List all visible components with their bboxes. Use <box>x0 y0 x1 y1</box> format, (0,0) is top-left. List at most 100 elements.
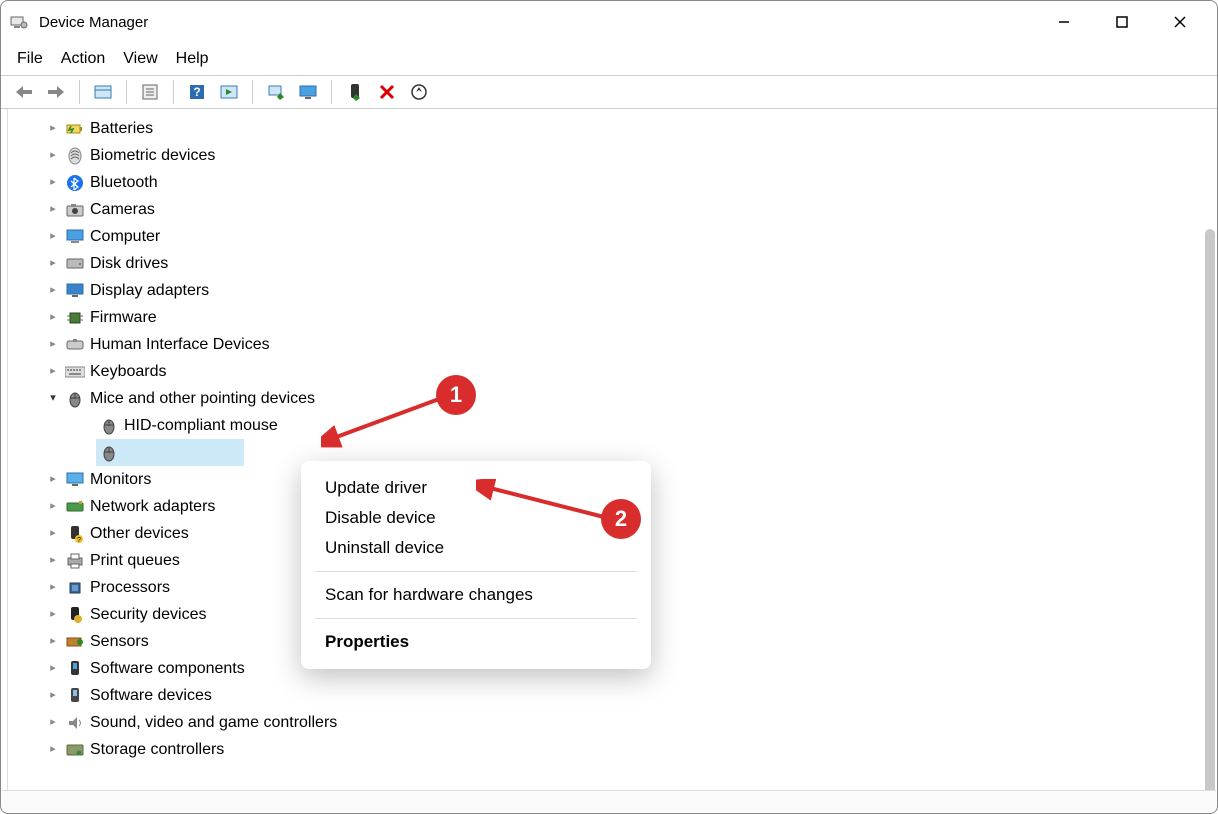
chevron-right-icon[interactable]: ▸ <box>44 358 62 385</box>
context-scan-hardware[interactable]: Scan for hardware changes <box>301 580 651 610</box>
tree-category-label: Biometric devices <box>90 142 215 169</box>
chevron-right-icon[interactable]: ▸ <box>44 736 62 763</box>
properties-icon[interactable] <box>137 79 163 105</box>
context-disable-device[interactable]: Disable device <box>301 503 651 533</box>
menu-action[interactable]: Action <box>61 50 105 68</box>
menubar: File Action View Help <box>1 43 1217 75</box>
chevron-right-icon[interactable]: ▸ <box>44 520 62 547</box>
chevron-right-icon[interactable]: ▸ <box>44 169 62 196</box>
titlebar: Device Manager <box>1 1 1217 43</box>
context-update-driver[interactable]: Update driver <box>301 473 651 503</box>
chevron-right-icon[interactable]: ▸ <box>44 628 62 655</box>
disable-device-icon[interactable] <box>374 79 400 105</box>
tree-category-label: Software devices <box>90 682 212 709</box>
tree-device[interactable]: HID-compliant mouse <box>8 412 1217 439</box>
chevron-right-icon[interactable]: ▸ <box>44 331 62 358</box>
tree-category-label: Cameras <box>90 196 155 223</box>
tree-category[interactable]: ▸Keyboards <box>8 358 1217 385</box>
chevron-right-icon[interactable]: ▸ <box>44 682 62 709</box>
chevron-right-icon[interactable]: ▸ <box>44 466 62 493</box>
minimize-button[interactable] <box>1035 1 1093 43</box>
battery-icon <box>64 118 86 140</box>
app-icon <box>9 12 29 32</box>
chevron-right-icon[interactable]: ▸ <box>44 493 62 520</box>
chevron-right-icon[interactable]: ▸ <box>44 601 62 628</box>
chevron-right-icon[interactable]: ▸ <box>44 223 62 250</box>
tree-category[interactable]: ▸Sound, video and game controllers <box>8 709 1217 736</box>
bluetooth-icon <box>64 172 86 194</box>
show-hidden-icon[interactable] <box>90 79 116 105</box>
tree-category[interactable]: ▸ Biometric devices <box>8 142 1217 169</box>
keyboard-icon <box>64 361 86 383</box>
uninstall-monitor-icon[interactable] <box>295 79 321 105</box>
menu-help[interactable]: Help <box>176 50 209 68</box>
chevron-right-icon[interactable]: ▸ <box>44 709 62 736</box>
toolbar: ? <box>1 75 1217 109</box>
tree-category-label: Batteries <box>90 115 153 142</box>
display-icon <box>64 280 86 302</box>
tree-category[interactable]: ▸ Cameras <box>8 196 1217 223</box>
tree-category[interactable]: ▸ Human Interface Devices <box>8 331 1217 358</box>
disk-icon <box>64 253 86 275</box>
chevron-right-icon[interactable]: ▸ <box>44 277 62 304</box>
tree-category[interactable]: ▾Mice and other pointing devices <box>8 385 1217 412</box>
tree-category-label: Storage controllers <box>90 736 224 763</box>
device-manager-window: Device Manager File Action View Help ? ▸ <box>0 0 1218 814</box>
tree-category-label: Human Interface Devices <box>90 331 270 358</box>
maximize-button[interactable] <box>1093 1 1151 43</box>
chevron-right-icon[interactable]: ▸ <box>44 115 62 142</box>
update-driver-icon[interactable] <box>263 79 289 105</box>
close-button[interactable] <box>1151 1 1209 43</box>
tree-category-label: Firmware <box>90 304 157 331</box>
menu-view[interactable]: View <box>123 50 157 68</box>
context-menu: Update driver Disable device Uninstall d… <box>301 461 651 669</box>
tree-category-label: Print queues <box>90 547 180 574</box>
chevron-down-icon[interactable]: ▾ <box>44 385 62 412</box>
help-icon[interactable]: ? <box>184 79 210 105</box>
tree-category[interactable]: ▸ Firmware <box>8 304 1217 331</box>
chevron-right-icon[interactable]: ▸ <box>44 142 62 169</box>
monitor-icon <box>64 469 86 491</box>
tree-category-label: Security devices <box>90 601 207 628</box>
toolbar-separator <box>173 80 174 104</box>
chevron-right-icon[interactable]: ▸ <box>44 574 62 601</box>
tree-category[interactable]: ▸ Disk drives <box>8 250 1217 277</box>
chevron-right-icon[interactable]: ▸ <box>44 196 62 223</box>
tree-category[interactable]: ▸ Batteries <box>8 115 1217 142</box>
tree-category-label: Network adapters <box>90 493 215 520</box>
context-properties[interactable]: Properties <box>301 627 651 657</box>
camera-icon <box>64 199 86 221</box>
hid-icon <box>64 334 86 356</box>
menu-file[interactable]: File <box>17 50 43 68</box>
tree-category-label: Disk drives <box>90 250 168 277</box>
device-tree-panel: ▸Batteries▸Biometric devices▸Bluetooth▸C… <box>7 109 1217 793</box>
cpu-icon <box>64 577 86 599</box>
context-divider <box>315 571 637 572</box>
enable-device-icon[interactable] <box>342 79 368 105</box>
chevron-right-icon[interactable]: ▸ <box>44 304 62 331</box>
toolbar-separator <box>126 80 127 104</box>
annotation-badge-2: 2 <box>601 499 641 539</box>
action-pane-icon[interactable] <box>216 79 242 105</box>
toolbar-separator <box>331 80 332 104</box>
scrollbar-thumb[interactable] <box>1205 229 1215 793</box>
fingerprint-icon <box>64 145 86 167</box>
mouse-icon <box>98 442 120 464</box>
tree-category[interactable]: ▸Computer <box>8 223 1217 250</box>
forward-button[interactable] <box>43 79 69 105</box>
context-divider <box>315 618 637 619</box>
chevron-right-icon[interactable]: ▸ <box>44 547 62 574</box>
tree-category[interactable]: ▸ Software devices <box>8 682 1217 709</box>
tree-category[interactable]: ▸ Storage controllers <box>8 736 1217 763</box>
unknown-icon: ? <box>64 523 86 545</box>
tree-category-label: Processors <box>90 574 170 601</box>
tree-category-label: Monitors <box>90 466 151 493</box>
svg-text:?: ? <box>77 537 81 543</box>
context-uninstall-device[interactable]: Uninstall device <box>301 533 651 563</box>
tree-category[interactable]: ▸Display adapters <box>8 277 1217 304</box>
back-button[interactable] <box>11 79 37 105</box>
scan-hardware-icon[interactable] <box>406 79 432 105</box>
chevron-right-icon[interactable]: ▸ <box>44 655 62 682</box>
chevron-right-icon[interactable]: ▸ <box>44 250 62 277</box>
tree-category[interactable]: ▸Bluetooth <box>8 169 1217 196</box>
